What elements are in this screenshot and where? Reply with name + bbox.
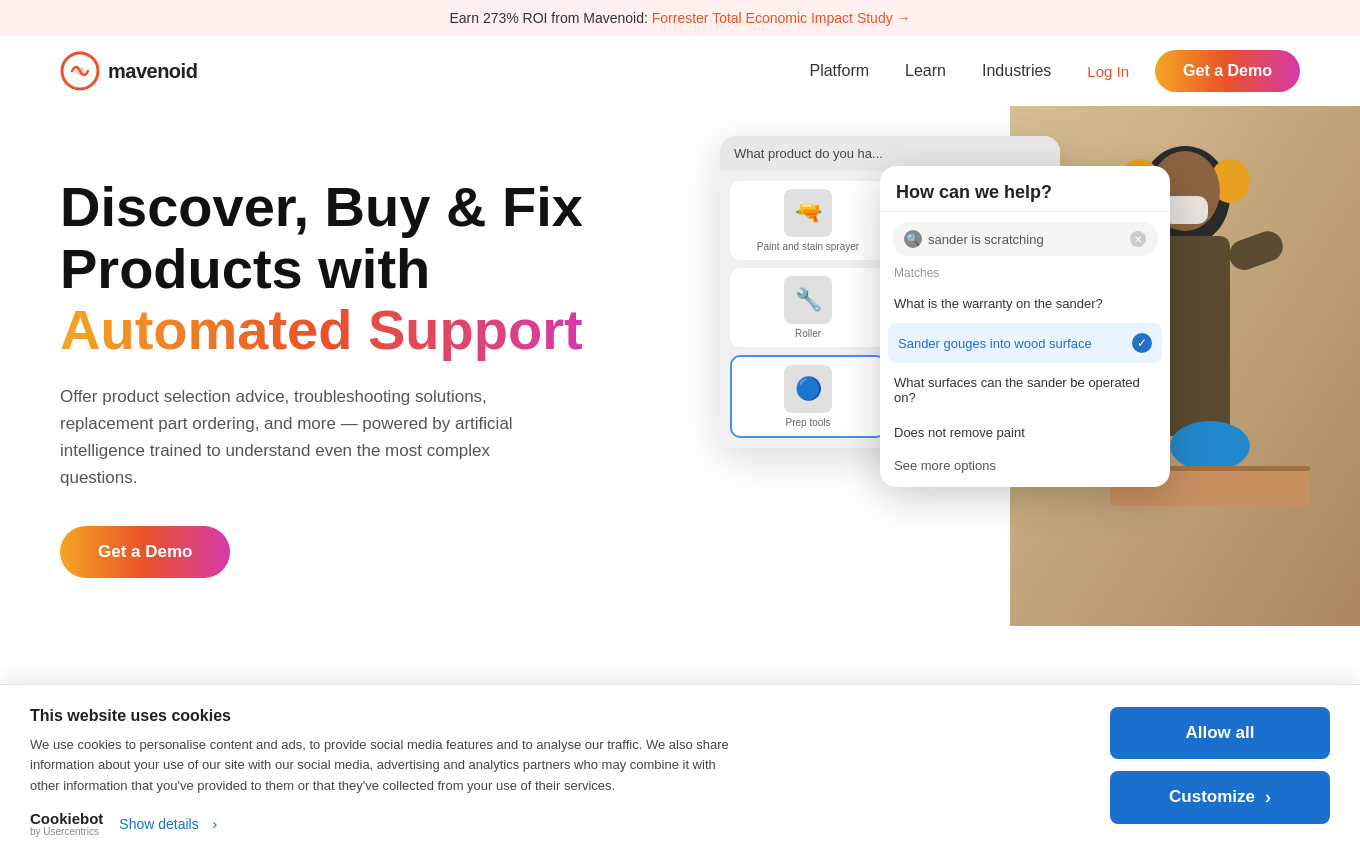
hero-cta-button[interactable]: Get a Demo bbox=[60, 526, 230, 578]
banner-text: Earn 273% ROI from Mavenoid: bbox=[449, 10, 647, 26]
navbar: mavenoid Platform Learn Industries Log I… bbox=[0, 36, 1360, 106]
chat-option-gouges[interactable]: Sander gouges into wood surface ✓ bbox=[888, 323, 1162, 363]
nav-links: Platform Learn Industries bbox=[809, 62, 1051, 80]
clear-search-icon[interactable]: ✕ bbox=[1130, 231, 1146, 247]
matches-label: Matches bbox=[880, 266, 1170, 286]
product-label-preptools: Prep tools bbox=[785, 417, 830, 428]
product-icon-sprayer: 🔫 bbox=[784, 189, 832, 237]
hero-subtitle: Offer product selection advice, troubles… bbox=[60, 383, 560, 492]
chat-see-more[interactable]: See more options bbox=[880, 450, 1170, 487]
logo-icon bbox=[60, 51, 100, 91]
top-banner: Earn 273% ROI from Mavenoid: Forrester T… bbox=[0, 0, 1360, 36]
chat-search-bar[interactable]: 🔍 sander is scratching ✕ bbox=[892, 222, 1158, 256]
check-icon: ✓ bbox=[1132, 333, 1152, 353]
chat-option-warranty[interactable]: What is the warranty on the sander? bbox=[880, 286, 1170, 321]
logo-text: mavenoid bbox=[108, 60, 197, 83]
nav-platform[interactable]: Platform bbox=[809, 62, 869, 80]
product-item-sprayer[interactable]: 🔫 Paint and stain sprayer bbox=[730, 181, 886, 260]
search-icon: 🔍 bbox=[904, 230, 922, 248]
nav-cta-button[interactable]: Get a Demo bbox=[1155, 50, 1300, 92]
svg-point-1 bbox=[76, 67, 84, 75]
hero-section: Discover, Buy & Fix Products with Automa… bbox=[0, 106, 1360, 626]
product-item-roller[interactable]: 🔧 Roller bbox=[730, 268, 886, 347]
chat-option-nopaint[interactable]: Does not remove paint bbox=[880, 415, 1170, 450]
hero-title-line1: Discover, Buy & Fix bbox=[60, 175, 583, 238]
banner-link[interactable]: Forrester Total Economic Impact Study → bbox=[652, 10, 911, 26]
product-icon-preptools: 🔵 bbox=[784, 365, 832, 413]
logo[interactable]: mavenoid bbox=[60, 51, 197, 91]
nav-industries[interactable]: Industries bbox=[982, 62, 1051, 80]
product-label-roller: Roller bbox=[795, 328, 821, 339]
chat-header: How can we help? bbox=[880, 166, 1170, 212]
login-link[interactable]: Log In bbox=[1087, 63, 1129, 80]
hero-title: Discover, Buy & Fix Products with Automa… bbox=[60, 176, 583, 361]
hero-text: Discover, Buy & Fix Products with Automa… bbox=[60, 146, 583, 578]
hero-title-line2: Products with bbox=[60, 237, 430, 300]
nav-learn[interactable]: Learn bbox=[905, 62, 946, 80]
chat-ui-card: How can we help? 🔍 sander is scratching … bbox=[880, 166, 1170, 487]
product-icon-roller: 🔧 bbox=[784, 276, 832, 324]
hero-title-gradient: Automated Support bbox=[60, 298, 583, 361]
chat-option-surfaces[interactable]: What surfaces can the sander be operated… bbox=[880, 365, 1170, 415]
chat-search-text: sander is scratching bbox=[928, 232, 1124, 247]
product-label-sprayer: Paint and stain sprayer bbox=[757, 241, 859, 252]
hero-right-visuals: What product do you ha... 🔫 Paint and st… bbox=[720, 106, 1360, 626]
product-item-preptools[interactable]: 🔵 Prep tools bbox=[730, 355, 886, 438]
svg-point-12 bbox=[1170, 421, 1250, 471]
chat-option-gouges-text: Sander gouges into wood surface bbox=[898, 336, 1092, 351]
